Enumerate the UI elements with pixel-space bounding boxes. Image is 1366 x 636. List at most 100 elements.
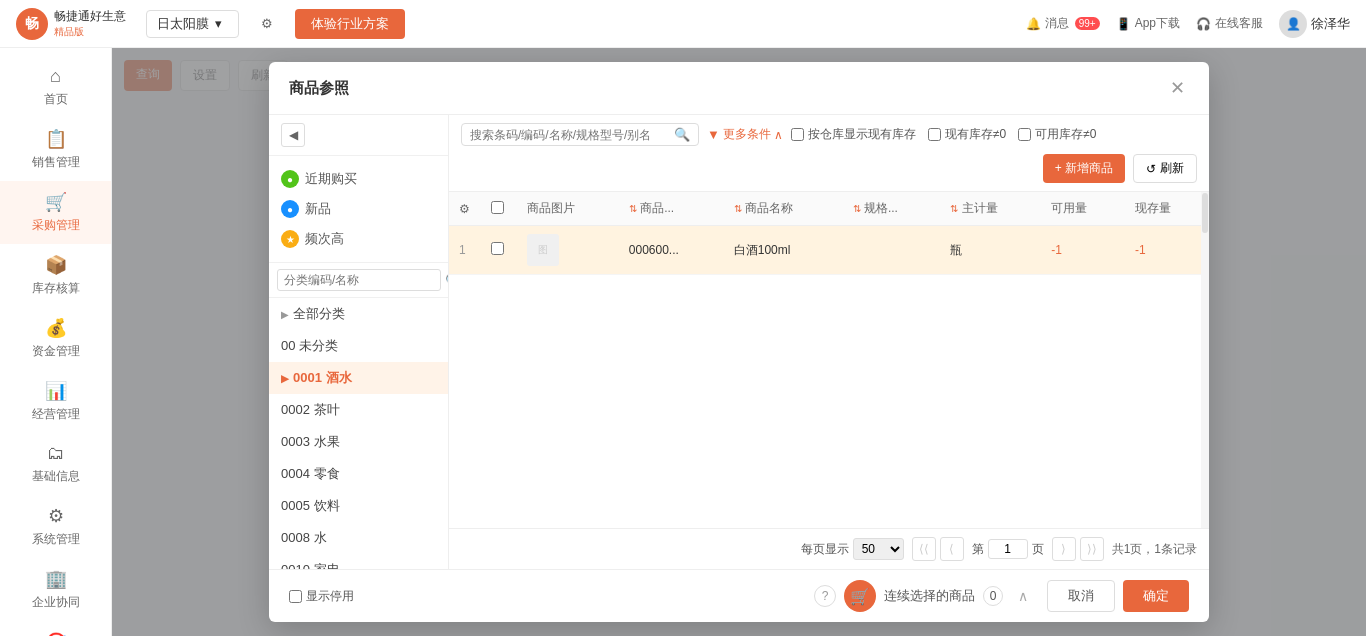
gear-button[interactable]: ⚙ — [251, 8, 283, 40]
sidebar-item-guide[interactable]: 🎯 新手引导 — [0, 621, 111, 636]
col-available[interactable]: 可用量 — [1041, 192, 1125, 226]
app-download-btn[interactable]: 📱 App下载 — [1116, 15, 1180, 32]
sort-spec-icon: ⇅ — [853, 203, 861, 214]
quick-freq[interactable]: ★ 频次高 — [269, 224, 448, 254]
page-number-input[interactable] — [988, 539, 1028, 559]
cat-item-0001[interactable]: ▶ 0001 酒水 — [269, 362, 448, 394]
page-next-btn[interactable]: ⟩ — [1052, 537, 1076, 561]
quick-new[interactable]: ● 新品 — [269, 194, 448, 224]
quick-recent[interactable]: ● 近期购买 — [269, 164, 448, 194]
col-name[interactable]: ⇅ 商品名称 — [724, 192, 843, 226]
cat-nav-btns: ◀ — [281, 123, 305, 147]
page-next-btns: ⟩ ⟩⟩ — [1052, 537, 1104, 561]
cat-collapse-btn[interactable]: ◀ — [281, 123, 305, 147]
row-checkbox-cell[interactable] — [481, 226, 517, 275]
page-prev-btn[interactable]: ⟨ — [940, 537, 964, 561]
add-product-button[interactable]: + 新增商品 — [1043, 154, 1125, 183]
checkbox-available-nonzero[interactable]: 可用库存≠0 — [1018, 126, 1096, 143]
modal-close-button[interactable]: ✕ — [1165, 76, 1189, 100]
expand-all-icon: ▶ — [281, 309, 289, 320]
cat-item-all[interactable]: ▶ 全部分类 — [269, 298, 448, 330]
sidebar-item-sales[interactable]: 📋 销售管理 — [0, 118, 111, 181]
cat-search: 🔍 — [269, 263, 448, 298]
finance-icon: 💰 — [45, 317, 67, 339]
modal-body: ◀ ● 近期购买 ● 新品 — [269, 115, 1209, 569]
col-checkbox[interactable] — [481, 192, 517, 226]
page-total: 共1页，1条记录 — [1112, 541, 1197, 558]
search-icon[interactable]: 🔍 — [674, 127, 690, 142]
freq-icon: ★ — [281, 230, 299, 248]
sidebar-item-home[interactable]: ⌂ 首页 — [0, 56, 111, 118]
logo-text: 畅捷通好生意 精品版 — [54, 9, 126, 38]
col-unit[interactable]: ⇅ 主计量 — [940, 192, 1041, 226]
refresh-button[interactable]: ↺ 刷新 — [1133, 154, 1197, 183]
col-settings[interactable]: ⚙ — [449, 192, 481, 226]
headset-icon: 🎧 — [1196, 17, 1211, 31]
sidebar-item-operations[interactable]: 📊 经营管理 — [0, 370, 111, 433]
operations-icon: 📊 — [45, 380, 67, 402]
product-search-input[interactable] — [470, 128, 670, 142]
refresh-icon: ↺ — [1146, 162, 1156, 176]
bell-icon: 🔔 — [1026, 17, 1041, 31]
filter-icon: ▼ — [707, 127, 720, 142]
recent-icon: ● — [281, 170, 299, 188]
search-bar: 🔍 ▼ 更多条件 ∧ 按仓库显示现有库存 — [449, 115, 1209, 192]
sales-icon: 📋 — [45, 128, 67, 150]
cart-button[interactable]: 🛒 — [844, 580, 876, 612]
logo-area: 畅 畅捷通好生意 精品版 — [16, 8, 126, 40]
nav-selector[interactable]: 日太阳膜 ▾ — [146, 10, 239, 38]
sidebar-item-finance[interactable]: 💰 资金管理 — [0, 307, 111, 370]
filter-more-button[interactable]: ▼ 更多条件 ∧ — [707, 126, 783, 143]
mobile-icon: 📱 — [1116, 17, 1131, 31]
sidebar-item-basic[interactable]: 🗂 基础信息 — [0, 433, 111, 495]
sidebar-item-system[interactable]: ⚙ 系统管理 — [0, 495, 111, 558]
inventory-icon: 📦 — [45, 254, 67, 276]
col-stock[interactable]: 现存量 — [1125, 192, 1209, 226]
checkbox-warehouse[interactable]: 按仓库显示现有库存 — [791, 126, 916, 143]
show-disabled-checkbox[interactable]: 显示停用 — [289, 588, 354, 605]
cat-search-input[interactable] — [277, 269, 441, 291]
product-thumb: 图 — [527, 234, 559, 266]
pagination: 每页显示 50 20 100 ⟨⟨ ⟨ — [449, 528, 1209, 569]
cat-item-0010[interactable]: 0010 家电 — [269, 554, 448, 569]
row-unit-cell: 瓶 — [940, 226, 1041, 275]
new-icon: ● — [281, 200, 299, 218]
sidebar-item-enterprise[interactable]: 🏢 企业协同 — [0, 558, 111, 621]
chevron-down-icon: ▾ — [215, 16, 222, 31]
cancel-button[interactable]: 取消 — [1047, 580, 1115, 612]
product-reference-modal: 商品参照 ✕ ◀ — [269, 62, 1209, 622]
guide-icon: 🎯 — [45, 631, 67, 636]
user-area[interactable]: 👤 徐泽华 — [1279, 10, 1350, 38]
page-first-btn[interactable]: ⟨⟨ — [912, 537, 936, 561]
sort-unit-icon: ⇅ — [950, 203, 958, 214]
cat-item-0002[interactable]: 0002 茶叶 — [269, 394, 448, 426]
collapse-button[interactable]: ∧ — [1011, 584, 1035, 608]
confirm-button[interactable]: 确定 — [1123, 580, 1189, 612]
cat-list: ▶ 全部分类 00 未分类 ▶ 0001 酒水 — [269, 298, 448, 569]
cat-item-0004[interactable]: 0004 零食 — [269, 458, 448, 490]
sidebar-item-purchase[interactable]: 🛒 采购管理 — [0, 181, 111, 244]
notification-btn[interactable]: 🔔 消息 99+ — [1026, 15, 1100, 32]
page-input: 第 页 — [972, 539, 1044, 559]
page-size-dropdown[interactable]: 50 20 100 — [853, 538, 904, 560]
logo-icon: 畅 — [16, 8, 48, 40]
scrollbar-track[interactable] — [1201, 192, 1209, 528]
row-code-cell: 000600... — [619, 226, 724, 275]
page-last-btn[interactable]: ⟩⟩ — [1080, 537, 1104, 561]
trial-button[interactable]: 体验行业方案 — [295, 9, 405, 39]
help-icon[interactable]: ? — [814, 585, 836, 607]
online-service-btn[interactable]: 🎧 在线客服 — [1196, 15, 1263, 32]
col-code[interactable]: ⇅ 商品... — [619, 192, 724, 226]
toolbar-right: + 新增商品 ↺ 刷新 — [1043, 154, 1197, 183]
cat-item-00[interactable]: 00 未分类 — [269, 330, 448, 362]
notification-badge: 99+ — [1075, 17, 1100, 30]
cat-item-0008[interactable]: 0008 水 — [269, 522, 448, 554]
sidebar-item-inventory[interactable]: 📦 库存核算 — [0, 244, 111, 307]
cat-item-0005[interactable]: 0005 饮料 — [269, 490, 448, 522]
user-avatar: 👤 — [1279, 10, 1307, 38]
nav-right: 🔔 消息 99+ 📱 App下载 🎧 在线客服 👤 徐泽华 — [1026, 10, 1350, 38]
checkbox-stock-nonzero[interactable]: 现有库存≠0 — [928, 126, 1006, 143]
col-spec[interactable]: ⇅ 规格... — [843, 192, 941, 226]
table-row[interactable]: 1 图 000600... 白酒100ml 瓶 — [449, 226, 1209, 275]
cat-item-0003[interactable]: 0003 水果 — [269, 426, 448, 458]
